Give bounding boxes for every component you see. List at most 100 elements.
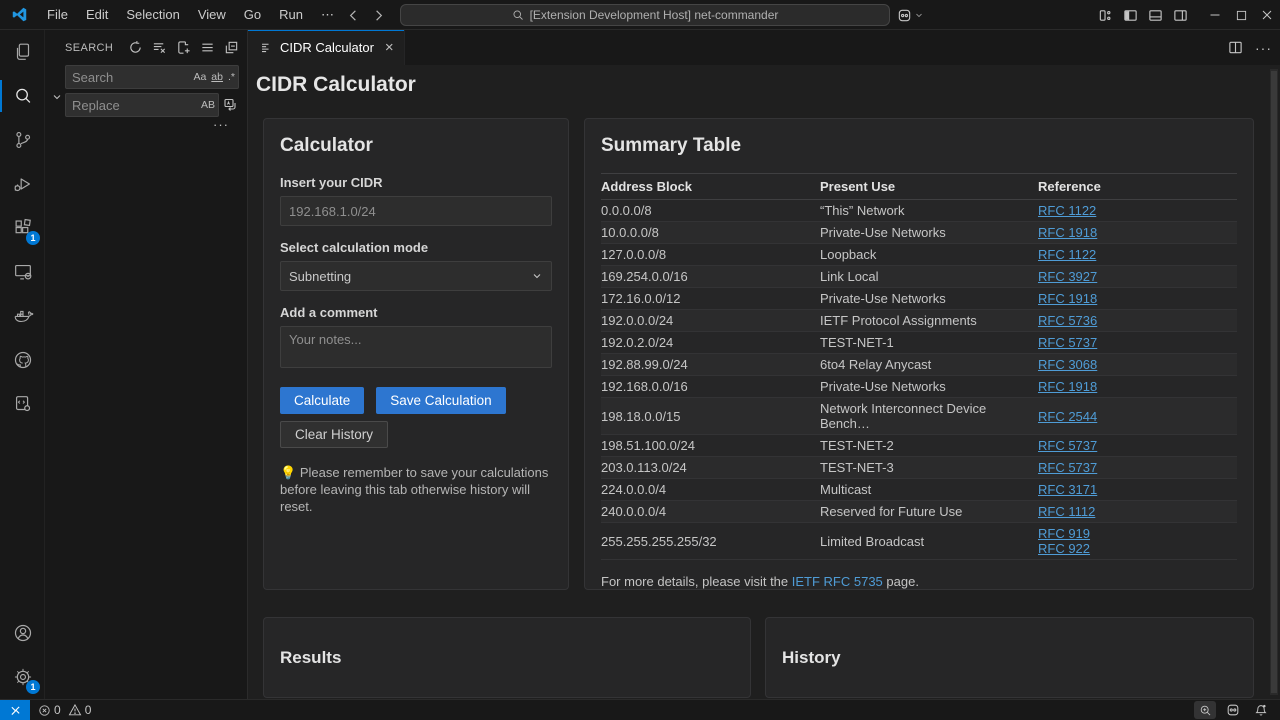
search-details-toggle[interactable]: ··· [65, 117, 239, 132]
github-icon[interactable] [0, 338, 45, 382]
rfc-link[interactable]: RFC 2544 [1038, 409, 1237, 424]
table-row: 198.18.0.0/15 Network Interconnect Device… [601, 398, 1237, 435]
clear-search-results-icon[interactable] [152, 40, 167, 55]
save-reminder-tip: 💡 Please remember to save your calculati… [280, 465, 549, 514]
editor-more-actions-icon[interactable]: ··· [1255, 40, 1272, 56]
search-icon [512, 9, 524, 21]
search-sidebar: SEARCH Aa ab .* [45, 30, 248, 699]
page-title: CIDR Calculator [256, 73, 416, 96]
present-use-cell: TEST-NET-2 [820, 438, 894, 453]
zoom-status-icon[interactable] [1194, 701, 1216, 719]
tab-cidr-calculator[interactable]: CIDR Calculator × [248, 30, 405, 65]
view-as-list-icon[interactable] [200, 40, 215, 55]
toggle-panel-icon[interactable] [1148, 8, 1163, 23]
run-debug-icon[interactable] [0, 162, 45, 206]
table-row: 198.51.100.0/24 TEST-NET-2 RFC 5737 [601, 435, 1237, 457]
menu-overflow[interactable]: ⋯ [312, 0, 343, 30]
command-center-text: [Extension Development Host] net-command… [529, 8, 779, 22]
accounts-icon[interactable] [0, 611, 45, 655]
open-new-search-editor-icon[interactable] [176, 40, 191, 55]
problems-indicator[interactable]: 0 0 [38, 703, 91, 717]
clear-history-button[interactable]: Clear History [280, 421, 389, 448]
rfc-link[interactable]: RFC 5737 [1038, 460, 1237, 475]
remote-indicator[interactable] [0, 699, 30, 720]
extension-host-status-icon[interactable] [1222, 701, 1244, 719]
editor-scrollbar[interactable] [1270, 69, 1278, 695]
settings-gear-icon[interactable]: 1 [0, 655, 45, 699]
profile-icon[interactable] [897, 8, 912, 23]
minimize-button[interactable] [1202, 0, 1228, 30]
ietf-rfc-5735-link[interactable]: IETF RFC 5735 [792, 574, 883, 589]
mode-label: Select calculation mode [280, 240, 429, 255]
customize-layout-icon[interactable] [1098, 8, 1113, 23]
calculation-mode-select[interactable]: Subnetting [280, 261, 552, 291]
reference-cell: RFC 1112 [1038, 504, 1237, 519]
address-block-cell: 127.0.0.0/8 [601, 247, 667, 262]
remote-explorer-icon[interactable] [0, 250, 45, 294]
rfc-link[interactable]: RFC 3927 [1038, 269, 1237, 284]
menu-edit[interactable]: Edit [77, 0, 117, 30]
toggle-sidebar-icon[interactable] [1123, 8, 1138, 23]
summary-table-title: Summary Table [601, 135, 742, 156]
editor-area: CIDR Calculator × ··· CIDR Calculator Ca… [248, 30, 1280, 699]
split-editor-icon[interactable] [1228, 40, 1243, 55]
preserve-case-icon[interactable]: AB [201, 99, 215, 111]
rfc-link[interactable]: RFC 1122 [1038, 247, 1237, 262]
rfc-link[interactable]: RFC 1918 [1038, 379, 1237, 394]
rfc-link[interactable]: RFC 3171 [1038, 482, 1237, 497]
regex-icon[interactable]: .* [228, 71, 235, 83]
rfc-link[interactable]: RFC 1918 [1038, 225, 1237, 240]
rfc-link[interactable]: RFC 1918 [1038, 291, 1237, 306]
present-use-cell: Private-Use Networks [820, 225, 946, 240]
save-calculation-button[interactable]: Save Calculation [376, 387, 506, 414]
maximize-button[interactable] [1228, 0, 1254, 30]
comment-textarea[interactable] [280, 326, 552, 368]
menu-run[interactable]: Run [270, 0, 312, 30]
notifications-bell-icon[interactable] [1250, 701, 1272, 719]
warnings-icon [68, 703, 82, 717]
code-settings-icon[interactable] [0, 382, 45, 426]
rfc-link[interactable]: RFC 5737 [1038, 438, 1237, 453]
match-case-icon[interactable]: Aa [193, 71, 206, 83]
address-block-cell: 240.0.0.0/4 [601, 504, 667, 519]
tab-close-icon[interactable]: × [385, 40, 394, 55]
explorer-icon[interactable] [0, 30, 45, 74]
refresh-icon[interactable] [128, 40, 143, 55]
replace-all-icon[interactable] [223, 97, 239, 113]
rfc-link[interactable]: RFC 1122 [1038, 203, 1237, 218]
menu-go[interactable]: Go [235, 0, 270, 30]
close-window-button[interactable] [1254, 0, 1280, 30]
cidr-label: Insert your CIDR [280, 175, 383, 190]
reference-cell: RFC 1122 [1038, 247, 1237, 262]
calculate-button[interactable]: Calculate [280, 387, 365, 414]
replace-input[interactable] [65, 93, 219, 117]
rfc-link[interactable]: RFC 919 [1038, 526, 1237, 541]
toggle-secondary-sidebar-icon[interactable] [1173, 8, 1188, 23]
cidr-input[interactable] [280, 196, 552, 226]
docker-icon[interactable] [0, 294, 45, 338]
rfc-link[interactable]: RFC 1112 [1038, 504, 1237, 519]
source-control-icon[interactable] [0, 118, 45, 162]
lightbulb-icon: 💡 [280, 465, 297, 480]
rfc-link[interactable]: RFC 5737 [1038, 335, 1237, 350]
address-block-cell: 172.16.0.0/12 [601, 291, 681, 306]
reference-cell: RFC 1918 [1038, 291, 1237, 306]
rfc-link[interactable]: RFC 3068 [1038, 357, 1237, 372]
settings-badge: 1 [26, 680, 40, 694]
table-row: 192.168.0.0/16 Private-Use Networks RFC 19… [601, 376, 1237, 398]
command-center-search[interactable]: [Extension Development Host] net-command… [400, 4, 890, 26]
collapse-all-icon[interactable] [224, 40, 239, 55]
search-view-icon[interactable] [0, 74, 45, 118]
menu-file[interactable]: File [38, 0, 77, 30]
nav-back-icon[interactable] [346, 8, 361, 23]
menu-view[interactable]: View [189, 0, 235, 30]
whole-word-icon[interactable]: ab [211, 71, 223, 83]
reference-cell: RFC 1122 [1038, 203, 1237, 218]
menu-selection[interactable]: Selection [117, 0, 188, 30]
nav-forward-icon[interactable] [371, 8, 386, 23]
toggle-replace-icon[interactable] [49, 65, 65, 132]
table-row: 192.0.2.0/24 TEST-NET-1 RFC 5737 [601, 332, 1237, 354]
extensions-icon[interactable]: 1 [0, 206, 45, 250]
rfc-link[interactable]: RFC 922 [1038, 541, 1237, 556]
rfc-link[interactable]: RFC 5736 [1038, 313, 1237, 328]
